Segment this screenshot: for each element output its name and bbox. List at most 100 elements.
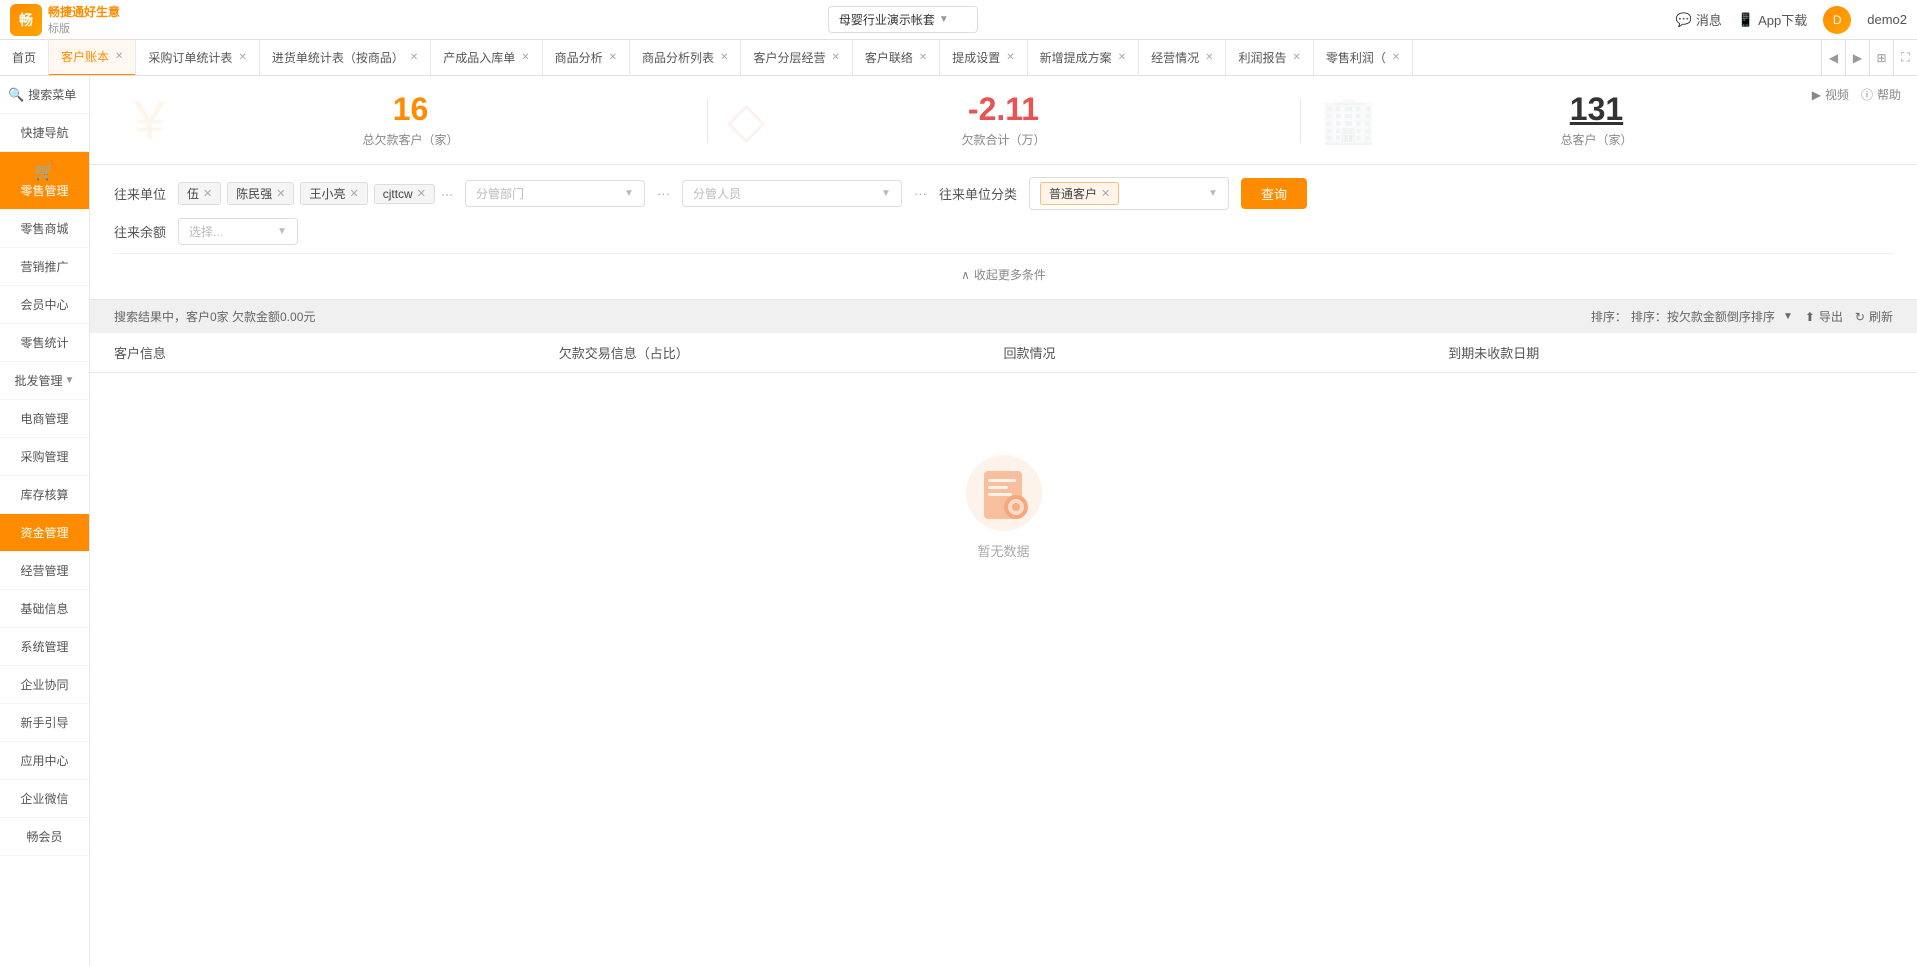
tab-customer-tier[interactable]: 客户分层经营 ✕ [741, 40, 852, 76]
close-icon[interactable]: ✕ [1006, 52, 1014, 63]
empty-state: 暂无数据 [90, 373, 1917, 640]
tab-customer-account[interactable]: 客户账本 ✕ [49, 40, 136, 76]
tag-close-icon[interactable]: ✕ [1101, 187, 1110, 200]
sidebar-item-enterprise-wechat[interactable]: 企业微信 [0, 780, 89, 818]
close-icon[interactable]: ✕ [115, 51, 123, 62]
collapse-button[interactable]: ∧ 收起更多条件 [114, 262, 1893, 287]
tab-product-instock[interactable]: 产成品入库单 ✕ [431, 40, 542, 76]
sidebar-item-retail[interactable]: 🛒 零售管理 [0, 152, 89, 210]
tag-close-icon[interactable]: ✕ [350, 187, 359, 200]
filter-row-1: 往来单位 伍 ✕ 陈民强 ✕ 王小亮 ✕ cjttcw [114, 177, 1893, 210]
sidebar-item-enterprise[interactable]: 企业协同 [0, 666, 89, 704]
filter-more[interactable]: ··· [441, 187, 453, 201]
sidebar-item-vip[interactable]: 畅会员 [0, 818, 89, 856]
classify-select[interactable]: 普通客户 ✕ ▼ [1029, 177, 1229, 210]
balance-select[interactable]: 选择... ▼ [178, 218, 298, 245]
close-icon[interactable]: ✕ [410, 52, 418, 63]
person-select[interactable]: 分管人员 ▼ [682, 180, 902, 207]
empty-icon [964, 453, 1044, 533]
close-icon[interactable]: ✕ [919, 52, 927, 63]
filter-dots[interactable]: ··· [657, 186, 670, 201]
sidebar-item-retail-mall[interactable]: 零售商城 [0, 210, 89, 248]
sidebar-item-app-center[interactable]: 应用中心 [0, 742, 89, 780]
tab-product-analysis-list[interactable]: 商品分析列表 ✕ [630, 40, 741, 76]
close-icon[interactable]: ✕ [1118, 52, 1126, 63]
sidebar-search[interactable]: 🔍 搜索菜单 [0, 76, 89, 114]
close-icon[interactable]: ✕ [238, 52, 246, 63]
messages-button[interactable]: 💬 消息 [1676, 10, 1722, 29]
close-icon[interactable]: ✕ [609, 52, 617, 63]
filter-area: 往来单位 伍 ✕ 陈民强 ✕ 王小亮 ✕ cjttcw [90, 165, 1917, 300]
nav-tabs: 首页 客户账本 ✕ 采购订单统计表 ✕ 进货单统计表（按商品） ✕ 产成品入库单… [0, 40, 1917, 76]
account-selector[interactable]: 母婴行业演示帐套 ▼ [828, 6, 978, 33]
tab-prev-button[interactable]: ◀ [1821, 40, 1845, 76]
tab-retail-profit[interactable]: 零售利润（ ✕ [1314, 40, 1413, 76]
debt-bg-icon: ◇ [727, 91, 765, 149]
filter-tag-2: 陈民强 ✕ [227, 182, 294, 205]
sidebar-item-purchase[interactable]: 采购管理 [0, 438, 89, 476]
sidebar-item-system[interactable]: 系统管理 [0, 628, 89, 666]
tab-profit-report[interactable]: 利润报告 ✕ [1226, 40, 1313, 76]
tab-operation[interactable]: 经营情况 ✕ [1139, 40, 1226, 76]
filter-tag-3: 王小亮 ✕ [300, 182, 367, 205]
filter-tag-4: cjttcw ✕ [374, 184, 435, 204]
table-header: 客户信息 欠款交易信息（占比） 回款情况 到期未收款日期 [90, 333, 1917, 373]
logo-area: 畅 畅捷通好生意 标版 [10, 3, 130, 36]
refresh-icon: ↻ [1855, 310, 1865, 324]
tab-fullscreen-button[interactable]: ⛶ [1893, 40, 1917, 76]
close-icon[interactable]: ✕ [521, 52, 529, 63]
sidebar-item-quick-nav[interactable]: 快捷导航 [0, 114, 89, 152]
avatar[interactable]: D [1823, 6, 1851, 34]
close-icon[interactable]: ✕ [1392, 52, 1400, 63]
app-download-button[interactable]: 📱 App下载 [1738, 10, 1807, 29]
sidebar-item-retail-stat[interactable]: 零售统计 [0, 324, 89, 362]
tag-close-icon[interactable]: ✕ [276, 187, 285, 200]
help-icon: ⓘ [1861, 86, 1873, 103]
sidebar-item-member[interactable]: 会员中心 [0, 286, 89, 324]
export-button[interactable]: ⬆ 导出 [1805, 308, 1843, 325]
tab-new-promote[interactable]: 新增提成方案 ✕ [1028, 40, 1139, 76]
sidebar-item-wholesale[interactable]: 批发管理 ▼ [0, 362, 89, 400]
dept-select[interactable]: 分管部门 ▼ [465, 180, 645, 207]
filter-row-2: 往来余额 选择... ▼ [114, 218, 1893, 245]
top-right-btns: ▶ 视频 ⓘ 帮助 [1812, 86, 1901, 103]
tab-promote-settings[interactable]: 提成设置 ✕ [940, 40, 1027, 76]
help-button[interactable]: ⓘ 帮助 [1861, 86, 1901, 103]
tab-customer-contact[interactable]: 客户联络 ✕ [853, 40, 940, 76]
chevron-down-icon: ▼ [881, 188, 891, 199]
stat-total-customers: ¥ 16 总欠款客户（家） [114, 92, 707, 148]
video-button[interactable]: ▶ 视频 [1812, 86, 1849, 103]
close-icon[interactable]: ✕ [720, 52, 728, 63]
sidebar-item-finance[interactable]: 资金管理 [0, 514, 89, 552]
tag-close-icon[interactable]: ✕ [417, 187, 426, 200]
col-due-date: 到期未收款日期 [1448, 343, 1893, 362]
close-icon[interactable]: ✕ [831, 52, 839, 63]
sidebar-item-basic[interactable]: 基础信息 [0, 590, 89, 628]
stat-debt-total: ◇ -2.11 欠款合计（万） [707, 92, 1300, 148]
close-icon[interactable]: ✕ [1293, 52, 1301, 63]
tab-home[interactable]: 首页 [0, 40, 49, 76]
tab-purchase-stat[interactable]: 进货单统计表（按商品） ✕ [260, 40, 431, 76]
query-button[interactable]: 查询 [1241, 178, 1307, 209]
tab-product-analysis[interactable]: 商品分析 ✕ [543, 40, 630, 76]
col-repay-info: 回款情况 [1004, 343, 1449, 362]
sidebar-item-ecommerce[interactable]: 电商管理 [0, 400, 89, 438]
sort-select[interactable]: 排序： 排序：按欠款金额倒序排序 ▼ [1591, 308, 1793, 325]
top-header: 畅 畅捷通好生意 标版 母婴行业演示帐套 ▼ 💬 消息 📱 App下载 D de… [0, 0, 1917, 40]
tab-expand-button[interactable]: ⊞ [1869, 40, 1893, 76]
video-icon: ▶ [1812, 88, 1821, 102]
refresh-button[interactable]: ↻ 刷新 [1855, 308, 1893, 325]
sidebar-item-operations[interactable]: 经营管理 [0, 552, 89, 590]
filter-dots-2[interactable]: ··· [914, 186, 927, 201]
search-icon: 🔍 [8, 87, 24, 103]
close-icon[interactable]: ✕ [1205, 52, 1213, 63]
tab-purchase-order[interactable]: 采购订单统计表 ✕ [136, 40, 259, 76]
filter-tags: 伍 ✕ 陈民强 ✕ 王小亮 ✕ cjttcw ✕ ··· [178, 182, 453, 205]
tab-next-button[interactable]: ▶ [1845, 40, 1869, 76]
sidebar-item-inventory[interactable]: 库存核算 [0, 476, 89, 514]
unit-label: 往来单位 [114, 184, 166, 203]
tag-close-icon[interactable]: ✕ [203, 187, 212, 200]
sidebar-item-newbie[interactable]: 新手引导 [0, 704, 89, 742]
sidebar-item-marketing[interactable]: 营销推广 [0, 248, 89, 286]
chevron-down-icon: ▼ [277, 226, 287, 237]
